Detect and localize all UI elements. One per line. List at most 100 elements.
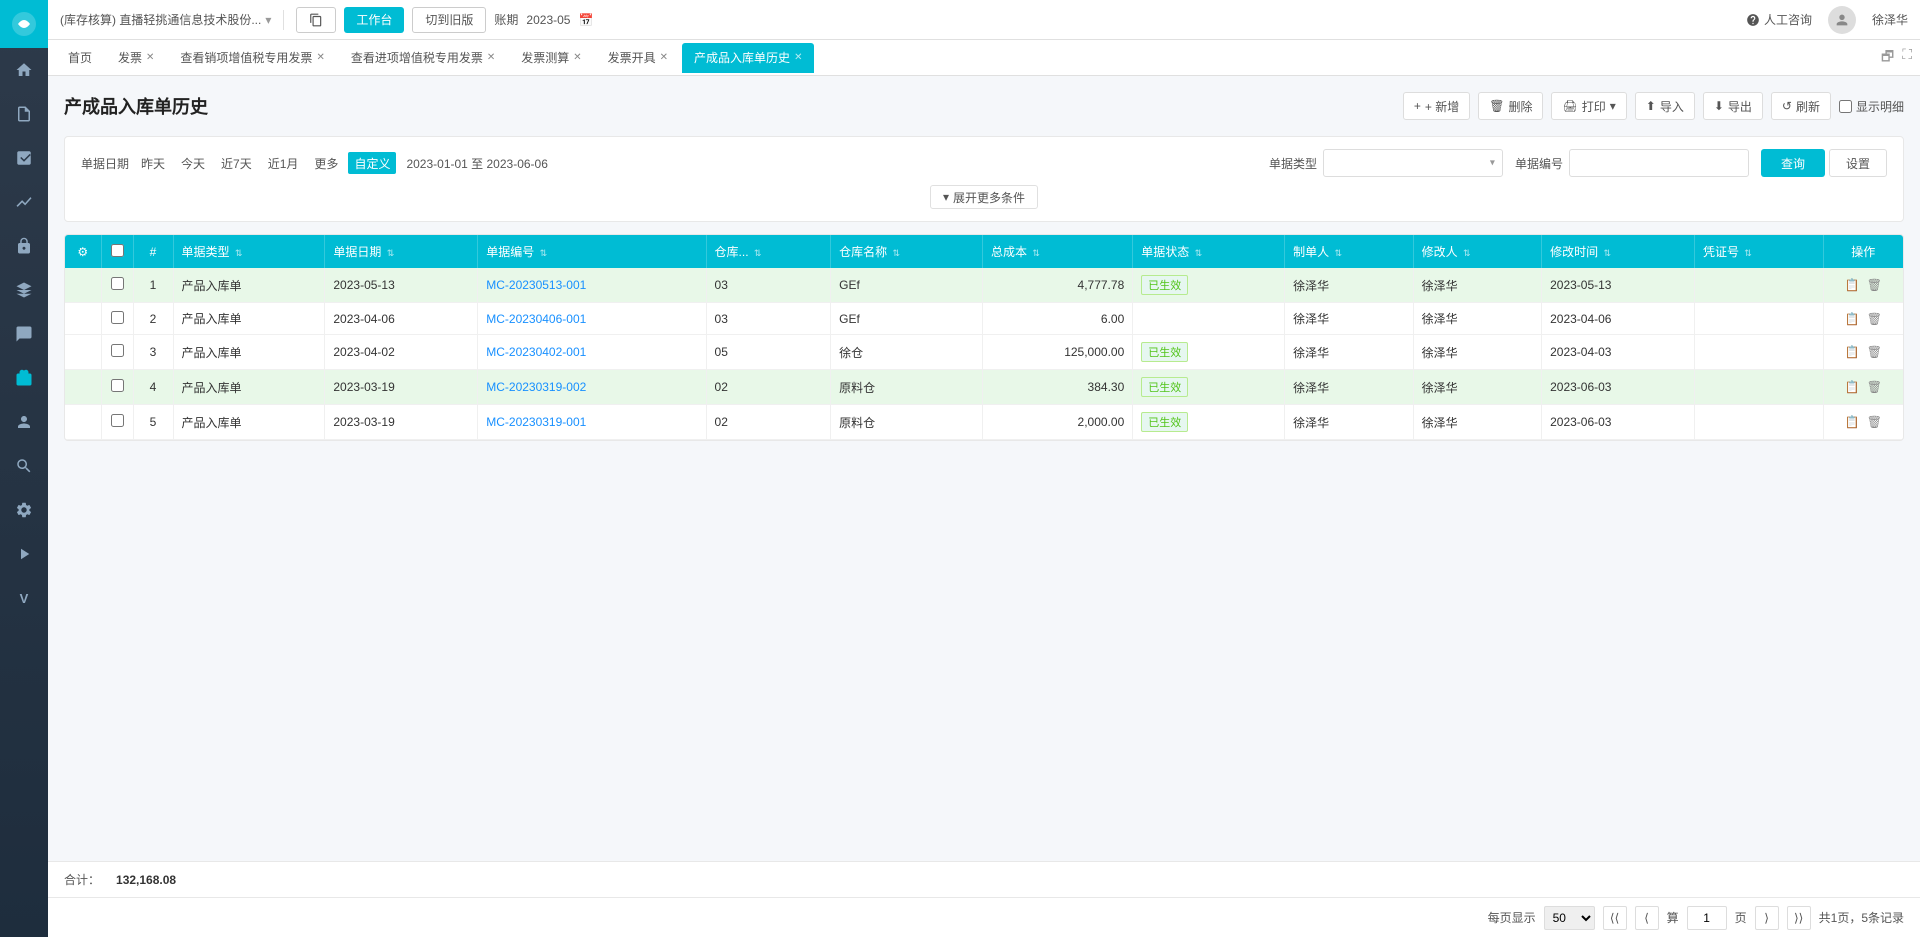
tab-sales-vat-close[interactable]: ✕	[316, 52, 324, 63]
row-warehouse-name: GEf	[831, 268, 983, 303]
tab-purchase-vat-close[interactable]: ✕	[487, 52, 495, 63]
col-type[interactable]: 单据类型 ⇅	[173, 235, 325, 268]
row-checkbox[interactable]	[111, 311, 124, 324]
app-logo[interactable]	[0, 0, 48, 48]
per-page-select[interactable]: 50 10 20 100	[1544, 906, 1595, 930]
doc-no-link[interactable]: MC-20230406-001	[486, 312, 586, 326]
date-1month-btn[interactable]: 近1月	[262, 152, 305, 174]
row-checkbox[interactable]	[111, 344, 124, 357]
tab-expand-btn[interactable]: ⛶	[1902, 46, 1912, 70]
edit-icon[interactable]: 📋	[1844, 312, 1859, 326]
delete-row-icon[interactable]: 🗑	[1867, 415, 1882, 429]
col-creator[interactable]: 制单人 ⇅	[1285, 235, 1413, 268]
prev-page-btn[interactable]: ⟨	[1635, 906, 1659, 930]
tab-open[interactable]: 发票开具 ✕	[596, 43, 680, 73]
col-warehouse-name[interactable]: 仓库名称 ⇅	[831, 235, 983, 268]
sidebar-item-home[interactable]	[0, 48, 48, 92]
edit-icon[interactable]: 📋	[1844, 345, 1859, 359]
export-btn[interactable]: ⬇ 导出	[1703, 92, 1763, 120]
col-doc-no[interactable]: 单据编号 ⇅	[478, 235, 706, 268]
doc-no-link[interactable]: MC-20230319-002	[486, 380, 586, 394]
help-btn[interactable]: 人工咨询	[1746, 11, 1812, 28]
switch-btn[interactable]: 切到旧版	[412, 7, 486, 33]
edit-icon[interactable]: 📋	[1844, 415, 1859, 429]
page-input[interactable]	[1687, 906, 1727, 930]
print-btn[interactable]: 🖨 打印 ▾	[1551, 92, 1626, 120]
delete-row-icon[interactable]: 🗑	[1867, 312, 1882, 326]
sidebar-item-lock[interactable]	[0, 224, 48, 268]
tab-window-controls: 🗗 ⛶	[1881, 46, 1912, 70]
last-page-btn[interactable]: ⟩⟩	[1787, 906, 1811, 930]
tab-calc[interactable]: 发票测算 ✕	[509, 43, 593, 73]
row-no: 1	[133, 268, 173, 303]
plus-icon: +	[1414, 99, 1421, 113]
expand-conditions-btn[interactable]: ▾ 展开更多条件	[930, 185, 1038, 209]
row-checkbox[interactable]	[111, 379, 124, 392]
sidebar-item-chart[interactable]	[0, 180, 48, 224]
date-7days-btn[interactable]: 近7天	[215, 152, 258, 174]
copy-btn[interactable]	[296, 7, 336, 33]
company-selector[interactable]: (库存核算) 直播轻挑通信息技术股份... ▾	[60, 11, 271, 28]
doc-no-link[interactable]: MC-20230319-001	[486, 415, 586, 429]
sidebar-item-bills[interactable]	[0, 92, 48, 136]
delete-row-icon[interactable]: 🗑	[1867, 380, 1882, 394]
show-detail-checkbox[interactable]	[1839, 100, 1852, 113]
date-yesterday-btn[interactable]: 昨天	[135, 152, 171, 174]
col-warehouse-code[interactable]: 仓库... ⇅	[706, 235, 831, 268]
sidebar-item-org[interactable]	[0, 268, 48, 312]
doc-no-link[interactable]: MC-20230402-001	[486, 345, 586, 359]
tab-invoice-close[interactable]: ✕	[146, 52, 154, 63]
import-btn[interactable]: ⬆ 导入	[1635, 92, 1695, 120]
delete-row-icon[interactable]: 🗑	[1867, 345, 1882, 359]
first-page-btn[interactable]: ⟨⟨	[1603, 906, 1627, 930]
refresh-btn[interactable]: ↺ 刷新	[1771, 92, 1831, 120]
row-checkbox[interactable]	[111, 277, 124, 290]
calendar-icon[interactable]: 📅	[578, 13, 593, 27]
tab-calc-close[interactable]: ✕	[573, 52, 581, 63]
date-custom-btn[interactable]: 自定义	[348, 152, 396, 174]
sidebar-item-analytics[interactable]	[0, 136, 48, 180]
tab-open-close[interactable]: ✕	[660, 52, 668, 63]
tab-invoice[interactable]: 发票 ✕	[106, 43, 166, 73]
workbench-btn[interactable]: 工作台	[344, 7, 404, 33]
doc-no-link[interactable]: MC-20230513-001	[486, 278, 586, 292]
sidebar-item-inventory[interactable]	[0, 356, 48, 400]
date-today-btn[interactable]: 今天	[175, 152, 211, 174]
sidebar-item-version[interactable]: V	[0, 576, 48, 620]
delete-row-icon[interactable]: 🗑	[1867, 278, 1882, 292]
no-filter-input[interactable]	[1569, 149, 1749, 177]
col-modify-time[interactable]: 修改时间 ⇅	[1542, 235, 1695, 268]
sidebar-item-search[interactable]	[0, 444, 48, 488]
type-select[interactable]: 产品入库单	[1323, 149, 1503, 177]
tab-sales-vat[interactable]: 查看销项增值税专用发票 ✕	[168, 43, 336, 73]
col-setting[interactable]: ⚙	[65, 235, 101, 268]
print-chevron-icon: ▾	[1610, 99, 1616, 113]
col-voucher-no[interactable]: 凭证号 ⇅	[1694, 235, 1823, 268]
col-status[interactable]: 单据状态 ⇅	[1133, 235, 1285, 268]
user-name[interactable]: 徐泽华	[1872, 11, 1908, 28]
date-more-btn[interactable]: 更多	[308, 152, 344, 174]
sidebar-item-person[interactable]	[0, 400, 48, 444]
sidebar-item-media[interactable]	[0, 532, 48, 576]
edit-icon[interactable]: 📋	[1844, 278, 1859, 292]
tab-warehouse-history[interactable]: 产成品入库单历史 ✕	[682, 43, 814, 73]
col-total-cost[interactable]: 总成本 ⇅	[982, 235, 1132, 268]
topbar-right: 人工咨询 徐泽华	[1746, 6, 1908, 34]
tab-warehouse-history-close[interactable]: ✕	[794, 52, 802, 63]
next-page-btn[interactable]: ⟩	[1755, 906, 1779, 930]
tab-purchase-vat[interactable]: 查看进项增值税专用发票 ✕	[339, 43, 507, 73]
new-btn[interactable]: + + 新增	[1403, 92, 1470, 120]
col-modifier[interactable]: 修改人 ⇅	[1413, 235, 1541, 268]
query-btn[interactable]: 查询	[1761, 149, 1825, 177]
select-all-checkbox[interactable]	[111, 244, 124, 257]
tab-restore-btn[interactable]: 🗗	[1881, 46, 1894, 70]
row-setting	[65, 268, 101, 303]
tab-home[interactable]: 首页	[56, 43, 104, 73]
row-checkbox[interactable]	[111, 414, 124, 427]
sidebar-item-doc[interactable]	[0, 312, 48, 356]
sidebar-item-settings[interactable]	[0, 488, 48, 532]
edit-icon[interactable]: 📋	[1844, 380, 1859, 394]
col-date[interactable]: 单据日期 ⇅	[325, 235, 478, 268]
setting-btn[interactable]: 设置	[1829, 149, 1887, 177]
delete-btn[interactable]: 🗑 删除	[1478, 92, 1543, 120]
